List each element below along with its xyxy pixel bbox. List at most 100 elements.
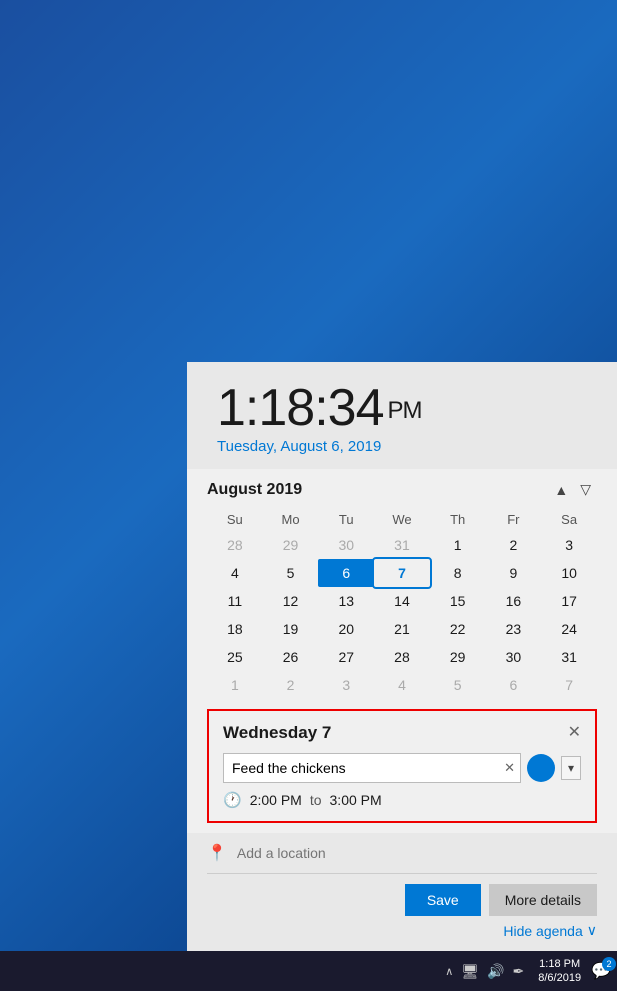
hide-agenda-label: Hide agenda [503,923,582,939]
calendar-day[interactable]: 20 [318,615,374,643]
event-time-row: 🕐 2:00 PM to 3:00 PM [223,791,581,809]
weekday-header-We: We [374,508,430,531]
calendar-day[interactable]: 5 [263,559,319,587]
taskbar-time: 1:18 PM [539,957,580,971]
calendar-day[interactable]: 30 [486,643,542,671]
calendar-day[interactable]: 14 [374,587,430,615]
calendar-day[interactable]: 10 [541,559,597,587]
calendar-day[interactable]: 6 [486,671,542,699]
calendar-day[interactable]: 30 [318,531,374,559]
calendar-day[interactable]: 16 [486,587,542,615]
weekday-header-Th: Th [430,508,486,531]
calendar-day[interactable]: 17 [541,587,597,615]
calendar-day[interactable]: 5 [430,671,486,699]
event-close-button[interactable]: ✕ [568,725,581,741]
taskbar-system-icons: ∧ 🖥 🔊 ✒ [445,963,532,980]
event-title-field-container: ✕ [223,753,521,783]
event-box-title: Wednesday 7 [223,723,331,743]
calendar-day[interactable]: 29 [430,643,486,671]
calendar-day[interactable]: 1 [207,671,263,699]
clock-time: 1:18:34PM [217,382,587,434]
calendar-day[interactable]: 2 [263,671,319,699]
calendar-day[interactable]: 29 [263,531,319,559]
event-time-to[interactable]: 3:00 PM [330,792,382,808]
save-button[interactable]: Save [405,884,481,916]
calendar-day[interactable]: 1 [430,531,486,559]
calendar-day[interactable]: 23 [486,615,542,643]
calendar-day[interactable]: 2 [486,531,542,559]
notification-badge: 2 [602,957,616,971]
event-color-button[interactable] [527,754,555,782]
clock-icon: 🕐 [223,791,242,809]
calendar-day[interactable]: 22 [430,615,486,643]
clock-date: Tuesday, August 6, 2019 [217,438,587,455]
calendar-day[interactable]: 11 [207,587,263,615]
event-box-inner: Wednesday 7 ✕ ✕ ▾ 🕐 2:00 PM to 3:00 PM [207,709,597,823]
calendar-section: August 2019 ▲ ▽ SuMoTuWeThFrSa 282930311… [187,469,617,709]
monitor-icon: 🖥 [461,963,479,980]
calendar-day[interactable]: 31 [541,643,597,671]
calendar-day[interactable]: 28 [374,643,430,671]
taskbar-date: 8/6/2019 [538,971,581,985]
clock-section: 1:18:34PM Tuesday, August 6, 2019 [187,362,617,469]
calendar-day[interactable]: 3 [541,531,597,559]
calendar-flyout: 1:18:34PM Tuesday, August 6, 2019 August… [187,362,617,951]
clock-time-value: 1:18:34 [217,379,384,437]
calendar-day[interactable]: 25 [207,643,263,671]
location-icon: 📍 [207,843,227,863]
hide-agenda-chevron: ∨ [587,922,597,939]
event-title-clear-button[interactable]: ✕ [504,760,515,776]
calendar-day[interactable]: 12 [263,587,319,615]
calendar-next-button[interactable]: ▽ [574,479,597,500]
hide-agenda-link[interactable]: Hide agenda ∨ [503,922,597,939]
calendar-day[interactable]: 27 [318,643,374,671]
calendar-day[interactable]: 4 [374,671,430,699]
taskbar-clock[interactable]: 1:18 PM 8/6/2019 [538,957,585,986]
taskbar: ∧ 🖥 🔊 ✒ 1:18 PM 8/6/2019 💬 2 [0,951,617,991]
calendar-grid: SuMoTuWeThFrSa 2829303112345678910111213… [207,508,597,699]
weekday-header-Su: Su [207,508,263,531]
event-time-separator: to [310,792,322,808]
hide-agenda-row: Hide agenda ∨ [207,916,597,941]
calendar-day[interactable]: 18 [207,615,263,643]
calendar-day[interactable]: 13 [318,587,374,615]
weekday-header-Sa: Sa [541,508,597,531]
calendar-day[interactable]: 3 [318,671,374,699]
calendar-day[interactable]: 28 [207,531,263,559]
action-buttons-row: Save More details [207,874,597,916]
clock-ampm: PM [388,397,422,424]
weekday-header-Fr: Fr [486,508,542,531]
taskbar-right: ∧ 🖥 🔊 ✒ 1:18 PM 8/6/2019 💬 2 [445,957,617,986]
weekday-header-Tu: Tu [318,508,374,531]
calendar-day[interactable]: 7 [374,559,430,587]
calendar-day[interactable]: 7 [541,671,597,699]
calendar-header: August 2019 ▲ ▽ [207,479,597,500]
calendar-day[interactable]: 19 [263,615,319,643]
event-creation-area: Wednesday 7 ✕ ✕ ▾ 🕐 2:00 PM to 3:00 PM [187,709,617,833]
calendar-day[interactable]: 31 [374,531,430,559]
calendar-day[interactable]: 9 [486,559,542,587]
event-actions-area: 📍 Save More details Hide agenda ∨ [187,833,617,951]
event-expand-button[interactable]: ▾ [561,756,581,780]
taskbar-chevron-icon[interactable]: ∧ [445,965,453,978]
calendar-prev-button[interactable]: ▲ [548,480,574,500]
more-details-button[interactable]: More details [489,884,597,916]
location-input[interactable] [237,845,597,861]
calendar-day[interactable]: 15 [430,587,486,615]
calendar-day[interactable]: 6 [318,559,374,587]
event-box-title-row: Wednesday 7 ✕ [223,723,581,743]
calendar-day[interactable]: 21 [374,615,430,643]
notification-button[interactable]: 💬 2 [591,961,611,981]
calendar-day[interactable]: 4 [207,559,263,587]
calendar-day[interactable]: 26 [263,643,319,671]
event-title-input[interactable] [223,753,521,783]
calendar-month-year: August 2019 [207,481,548,499]
weekday-header-Mo: Mo [263,508,319,531]
event-time-from[interactable]: 2:00 PM [250,792,302,808]
event-input-row: ✕ ▾ [223,753,581,783]
calendar-day[interactable]: 8 [430,559,486,587]
pen-icon: ✒ [513,963,525,980]
volume-icon: 🔊 [487,963,504,980]
calendar-day[interactable]: 24 [541,615,597,643]
location-row: 📍 [207,843,597,874]
